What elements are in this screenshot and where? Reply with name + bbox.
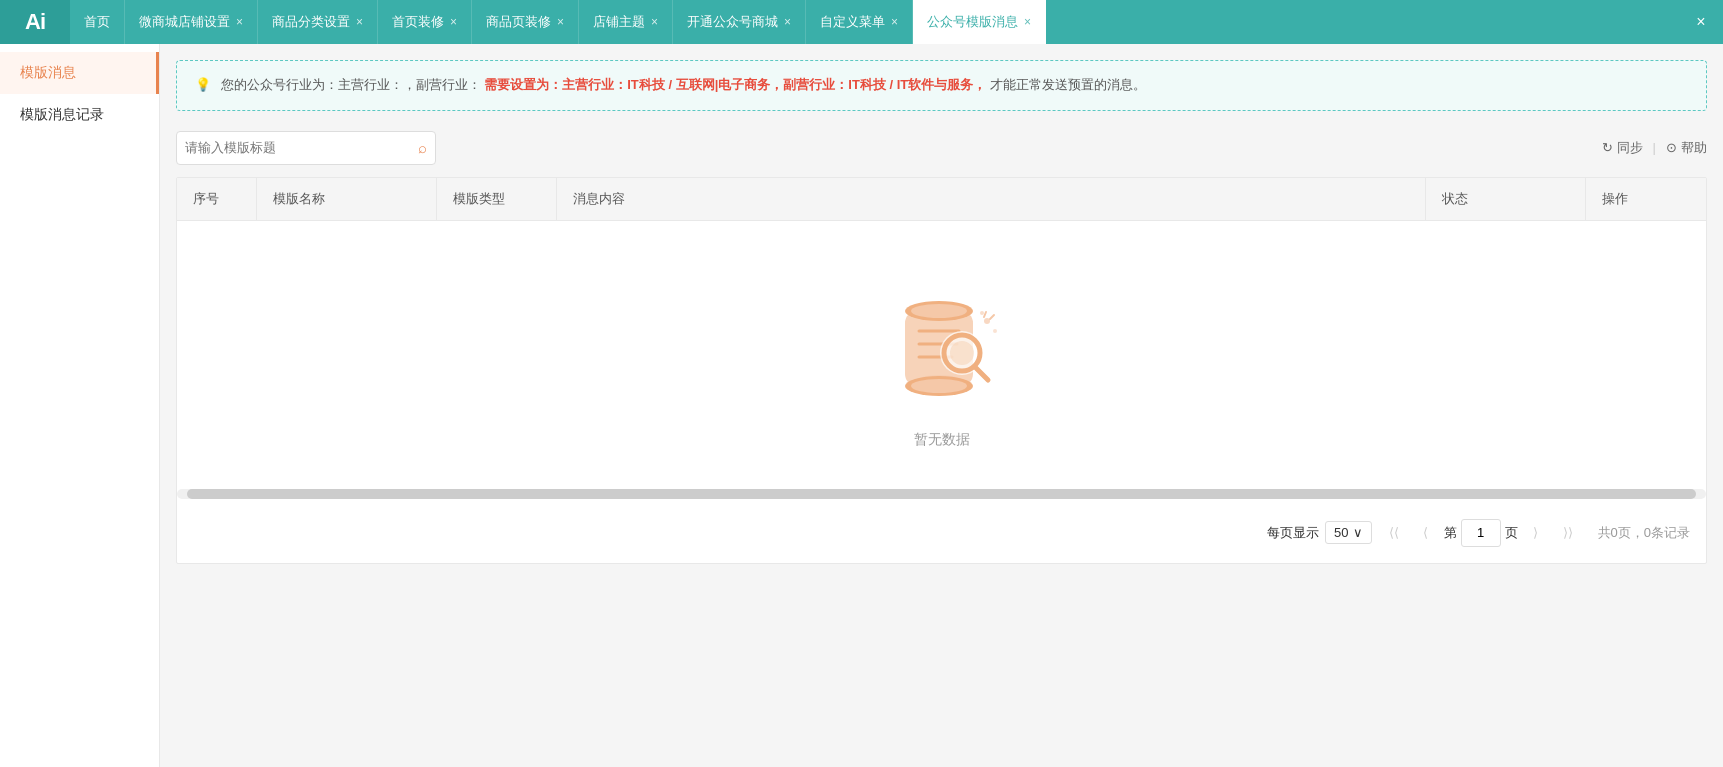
sync-label: 同步 <box>1617 139 1643 157</box>
help-button[interactable]: ⊙ 帮助 <box>1666 139 1707 157</box>
table-header-index: 序号 <box>177 178 257 220</box>
nav-tab-close-icon[interactable]: × <box>784 15 791 29</box>
nav-tab-micro-shop[interactable]: 微商城店铺设置 × <box>125 0 258 44</box>
prev-page-button[interactable]: ⟨ <box>1412 519 1440 547</box>
search-box: ⌕ <box>176 131 436 165</box>
scrollbar-thumb <box>187 489 1696 499</box>
sync-button[interactable]: ↻ 同步 <box>1602 139 1643 157</box>
nav-tab-label: 首页 <box>84 13 110 31</box>
nav-tab-label: 店铺主题 <box>593 13 645 31</box>
table-header-template-type: 模版类型 <box>437 178 557 220</box>
toolbar-right: ↻ 同步 | ⊙ 帮助 <box>1602 139 1707 157</box>
divider: | <box>1653 140 1656 155</box>
table-header-message-content: 消息内容 <box>557 178 1426 220</box>
nav-tab-label: 首页装修 <box>392 13 444 31</box>
empty-state: 暂无数据 <box>177 221 1706 489</box>
help-label: 帮助 <box>1681 139 1707 157</box>
page-di-label: 第 <box>1444 524 1457 542</box>
per-page-label: 每页显示 <box>1267 524 1319 542</box>
table-header: 序号模版名称模版类型消息内容状态操作 <box>177 178 1706 221</box>
table-wrapper: 序号模版名称模版类型消息内容状态操作 <box>176 177 1707 564</box>
notice-text-suffix: 才能正常发送预置的消息。 <box>990 77 1146 92</box>
nav-tab-close-icon[interactable]: × <box>356 15 363 29</box>
nav-tab-custom-menu[interactable]: 自定义菜单 × <box>806 0 913 44</box>
last-page-button[interactable]: ⟩⟩ <box>1554 519 1582 547</box>
nav-tab-label: 自定义菜单 <box>820 13 885 31</box>
help-icon: ⊙ <box>1666 140 1677 155</box>
per-page-value: 50 <box>1334 525 1348 540</box>
close-all-button[interactable]: × <box>1679 0 1723 44</box>
nav-tab-label: 商品分类设置 <box>272 13 350 31</box>
nav-tab-shop-theme[interactable]: 店铺主题 × <box>579 0 673 44</box>
nav-tab-label: 开通公众号商城 <box>687 13 778 31</box>
nav-tab-label: 商品页装修 <box>486 13 551 31</box>
search-input[interactable] <box>185 140 418 155</box>
nav-tab-close-icon[interactable]: × <box>450 15 457 29</box>
svg-point-14 <box>993 329 997 333</box>
page-nav: ⟨⟨ ⟨ 第 页 ⟩ ⟩⟩ <box>1380 519 1582 547</box>
page-number-input[interactable] <box>1461 519 1501 547</box>
pagination: 每页显示 50 ∨ ⟨⟨ ⟨ 第 页 ⟩ ⟩⟩ 共0页，0条记录 <box>177 509 1706 563</box>
svg-point-5 <box>911 379 967 393</box>
notice-box: 💡 您的公众号行业为：主营行业：，副营行业： 需要设置为：主营行业：IT科技 /… <box>176 60 1707 111</box>
nav-tab-close-icon[interactable]: × <box>236 15 243 29</box>
toolbar: ⌕ ↻ 同步 | ⊙ 帮助 <box>176 131 1707 165</box>
nav-tab-home[interactable]: 首页 <box>70 0 125 44</box>
notice-icon: 💡 <box>195 77 211 92</box>
nav-tab-mp-template-msg[interactable]: 公众号模版消息 × <box>913 0 1046 44</box>
svg-line-12 <box>976 368 988 380</box>
nav-tab-home-decor[interactable]: 首页装修 × <box>378 0 472 44</box>
main-layout: 模版消息模版消息记录 💡 您的公众号行业为：主营行业：，副营行业： 需要设置为：… <box>0 44 1723 767</box>
nav-tab-close-icon[interactable]: × <box>651 15 658 29</box>
nav-tabs: 首页微商城店铺设置×商品分类设置×首页装修×商品页装修×店铺主题×开通公众号商城… <box>70 0 1679 44</box>
page-size-select: 每页显示 50 ∨ <box>1267 521 1371 544</box>
page-label: 页 <box>1505 524 1518 542</box>
nav-tab-close-icon[interactable]: × <box>891 15 898 29</box>
nav-tab-product-category[interactable]: 商品分类设置 × <box>258 0 378 44</box>
svg-line-17 <box>984 312 986 317</box>
table-header-status: 状态 <box>1426 178 1586 220</box>
nav-tab-open-mp-mall[interactable]: 开通公众号商城 × <box>673 0 806 44</box>
total-info: 共0页，0条记录 <box>1598 524 1690 542</box>
svg-line-16 <box>990 315 994 319</box>
nav-tab-label: 微商城店铺设置 <box>139 13 230 31</box>
notice-text-prefix: 您的公众号行业为：主营行业：，副营行业： <box>221 77 481 92</box>
sync-icon: ↻ <box>1602 140 1613 155</box>
svg-point-15 <box>980 311 984 315</box>
empty-icon <box>877 281 1007 411</box>
nav-tab-close-icon[interactable]: × <box>557 15 564 29</box>
dropdown-arrow-icon: ∨ <box>1353 525 1363 540</box>
notice-highlight: 需要设置为：主营行业：IT科技 / 互联网|电子商务，副营行业：IT科技 / I… <box>484 77 986 92</box>
sidebar-item-template-msg-record[interactable]: 模版消息记录 <box>0 94 159 136</box>
nav-tab-close-icon[interactable]: × <box>1024 15 1031 29</box>
first-page-button[interactable]: ⟨⟨ <box>1380 519 1408 547</box>
sidebar-item-template-msg[interactable]: 模版消息 <box>0 52 159 94</box>
empty-text: 暂无数据 <box>914 431 970 449</box>
next-page-button[interactable]: ⟩ <box>1522 519 1550 547</box>
table-header-action: 操作 <box>1586 178 1706 220</box>
logo: Ai <box>0 0 70 44</box>
table-header-template-name: 模版名称 <box>257 178 437 220</box>
logo-text: Ai <box>25 9 45 35</box>
nav-tab-label: 公众号模版消息 <box>927 13 1018 31</box>
top-nav: Ai 首页微商城店铺设置×商品分类设置×首页装修×商品页装修×店铺主题×开通公众… <box>0 0 1723 44</box>
search-button[interactable]: ⌕ <box>418 139 427 156</box>
per-page-dropdown[interactable]: 50 ∨ <box>1325 521 1371 544</box>
horizontal-scrollbar[interactable] <box>177 489 1706 499</box>
nav-tab-product-page-decor[interactable]: 商品页装修 × <box>472 0 579 44</box>
content-area: 💡 您的公众号行业为：主营行业：，副营行业： 需要设置为：主营行业：IT科技 /… <box>160 44 1723 767</box>
sidebar: 模版消息模版消息记录 <box>0 44 160 767</box>
svg-point-11 <box>950 341 974 365</box>
svg-point-3 <box>911 304 967 318</box>
